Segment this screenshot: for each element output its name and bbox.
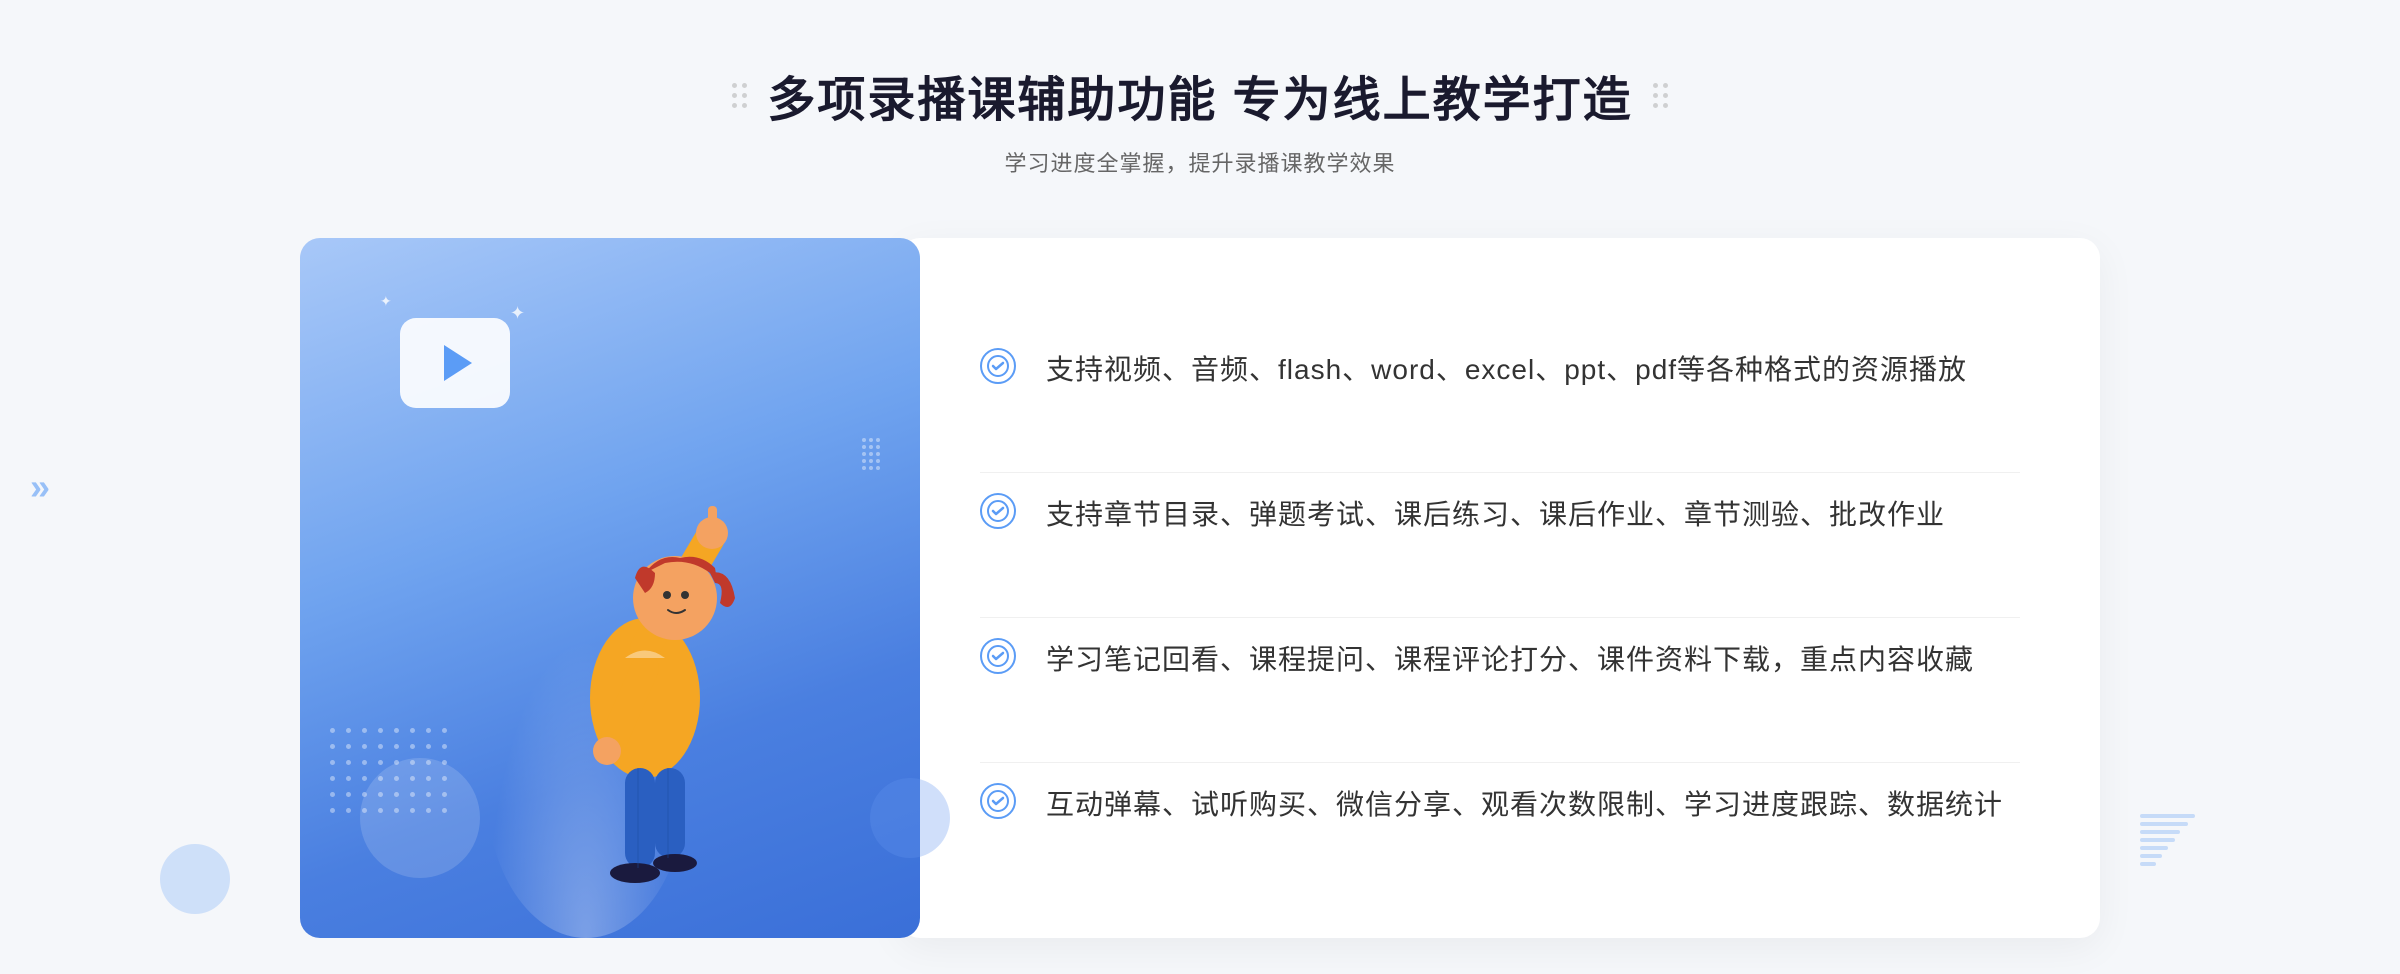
grid-dot (426, 744, 431, 749)
grid-dot (394, 744, 399, 749)
check-circle-3 (980, 638, 1016, 674)
main-title: 多项录播课辅助功能 专为线上教学打造 (767, 60, 1632, 130)
person-illustration (470, 358, 820, 938)
check-icon-3 (987, 645, 1009, 667)
deco-dots-right (1653, 83, 1668, 108)
deco-dot (1663, 93, 1668, 98)
feature-item-3: 学习笔记回看、课程提问、课程评论打分、课件资料下载，重点内容收藏 (980, 617, 2020, 703)
subtitle: 学习进度全掌握，提升录播课教学效果 (732, 146, 1667, 178)
sparkle-icon-1: ✦ (380, 293, 392, 310)
grid-dot (330, 744, 335, 749)
deco-dot (1663, 103, 1668, 108)
deco-dot (732, 93, 737, 98)
check-circle-1 (980, 348, 1016, 384)
grid-dot (346, 728, 351, 733)
grid-dot (362, 744, 367, 749)
circle-decoration-bottom-left (160, 844, 230, 914)
grid-dot (378, 744, 383, 749)
feature-item-4: 互动弹幕、试听购买、微信分享、观看次数限制、学习进度跟踪、数据统计 (980, 762, 2020, 848)
feature-text-2: 支持章节目录、弹题考试、课后练习、课后作业、章节测验、批改作业 (1046, 493, 1945, 538)
grid-dot (362, 776, 367, 781)
grid-dot (346, 776, 351, 781)
deco-dot (742, 103, 747, 108)
grid-dot (330, 776, 335, 781)
check-icon-4 (987, 790, 1009, 812)
deco-dot (742, 93, 747, 98)
deco-dots-left (732, 83, 747, 108)
grid-dot (410, 728, 415, 733)
grid-dot (330, 728, 335, 733)
grid-dot (378, 760, 383, 765)
deco-dot (1653, 83, 1658, 88)
circle-decoration-1 (360, 758, 480, 878)
deco-dot (1663, 83, 1668, 88)
lines-decoration (862, 438, 880, 473)
content-area: ✦ ✦ (300, 238, 2100, 938)
deco-dot (1653, 103, 1658, 108)
feature-text-4: 互动弹幕、试听购买、微信分享、观看次数限制、学习进度跟踪、数据统计 (1046, 783, 2003, 828)
check-circle-4 (980, 783, 1016, 819)
grid-dot (378, 728, 383, 733)
content-panel: 支持视频、音频、flash、word、excel、ppt、pdf等各种格式的资源… (900, 238, 2100, 938)
grid-dot (362, 728, 367, 733)
header-section: 多项录播课辅助功能 专为线上教学打造 学习进度全掌握，提升录播课教学效果 (732, 60, 1667, 178)
grid-dot (362, 760, 367, 765)
feature-item-1: 支持视频、音频、flash、word、excel、ppt、pdf等各种格式的资源… (980, 328, 2020, 413)
grid-dot (330, 760, 335, 765)
sparkle-icon-2: ✦ (510, 303, 525, 324)
feature-text-3: 学习笔记回看、课程提问、课程评论打分、课件资料下载，重点内容收藏 (1046, 638, 1974, 683)
grid-dot (346, 760, 351, 765)
check-icon-2 (987, 500, 1009, 522)
stripe-decoration (2140, 814, 2200, 894)
grid-dot (426, 728, 431, 733)
grid-dot (346, 744, 351, 749)
circle-decoration-2 (870, 778, 950, 858)
title-row: 多项录播课辅助功能 专为线上教学打造 (732, 60, 1667, 130)
grid-dot (330, 808, 335, 813)
play-icon (444, 345, 472, 381)
grid-dot (394, 728, 399, 733)
feature-item-2: 支持章节目录、弹题考试、课后练习、课后作业、章节测验、批改作业 (980, 472, 2020, 558)
deco-dot (732, 83, 737, 88)
left-arrow-decoration: » (30, 466, 50, 508)
check-circle-2 (980, 493, 1016, 529)
grid-dot (330, 792, 335, 797)
illustration-card: ✦ ✦ (300, 238, 920, 938)
deco-dot (732, 103, 737, 108)
grid-dot (442, 744, 447, 749)
grid-dot (410, 744, 415, 749)
deco-dot (742, 83, 747, 88)
page-wrapper: 多项录播课辅助功能 专为线上教学打造 学习进度全掌握，提升录播课教学效果 (0, 0, 2400, 974)
grid-dot (346, 808, 351, 813)
grid-dot (442, 728, 447, 733)
deco-dot (1653, 93, 1658, 98)
feature-text-1: 支持视频、音频、flash、word、excel、ppt、pdf等各种格式的资源… (1046, 348, 1967, 393)
grid-dot (346, 792, 351, 797)
check-icon-1 (987, 355, 1009, 377)
